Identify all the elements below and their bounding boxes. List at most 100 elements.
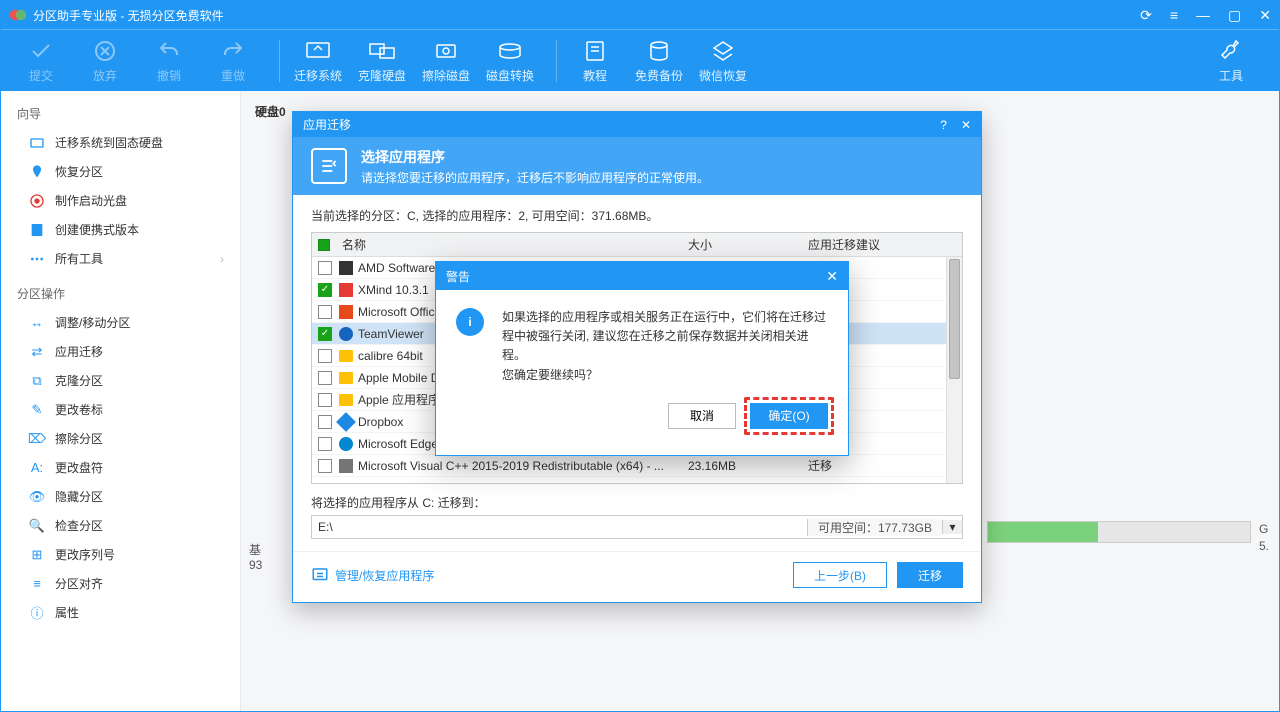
dialog-close-icon[interactable]: ✕	[961, 118, 971, 132]
sidebar-wizard-item[interactable]: 制作启动光盘	[1, 186, 240, 215]
sidebar-wizard-item[interactable]: 创建便携式版本	[1, 215, 240, 244]
sidebar-item-label: 应用迁移	[55, 343, 103, 360]
row-recom: 迁移	[808, 457, 962, 474]
sidebar-item-label: 更改卷标	[55, 401, 103, 418]
info-icon: i	[456, 308, 484, 336]
row-checkbox[interactable]	[318, 305, 332, 319]
free-backup-button[interactable]: 免费备份	[631, 37, 687, 84]
row-checkbox[interactable]	[318, 261, 332, 275]
migrate-sys-button[interactable]: 迁移系统	[290, 37, 346, 84]
refresh-icon[interactable]: ⟳	[1140, 7, 1152, 24]
tutorial-button[interactable]: 教程	[567, 37, 623, 84]
wipe-disk-button[interactable]: 擦除磁盘	[418, 37, 474, 84]
row-checkbox[interactable]	[318, 459, 332, 473]
row-checkbox[interactable]: ✓	[318, 283, 332, 297]
row-checkbox[interactable]	[318, 415, 332, 429]
sidebar-item-label: 克隆分区	[55, 372, 103, 389]
row-checkbox[interactable]	[318, 393, 332, 407]
table-scrollbar[interactable]	[946, 257, 962, 483]
sidebar-item-label: 更改序列号	[55, 546, 115, 563]
sidebar-ops-item[interactable]: 🔍 检查分区	[1, 511, 240, 540]
sidebar-wizard-item[interactable]: 迁移系统到固态硬盘	[1, 128, 240, 157]
minimize-icon[interactable]: —	[1196, 7, 1210, 23]
redo-button[interactable]: 重做	[205, 37, 261, 84]
col-recom[interactable]: 应用迁移建议	[802, 236, 962, 253]
sidebar-ops-item[interactable]: 👁隐藏分区	[1, 482, 240, 511]
wechat-recover-button[interactable]: 微信恢复	[695, 37, 751, 84]
sidebar-item-label: 制作启动光盘	[55, 192, 127, 209]
row-checkbox[interactable]: ✓	[318, 327, 332, 341]
dialog-banner: 选择应用程序 请选择您要迁移的应用程序，迁移后不影响应用程序的正常使用。	[293, 137, 981, 195]
app-icon	[338, 436, 354, 452]
sidebar-item-icon: ⊞	[29, 547, 45, 563]
dest-label: 将选择的应用程序从 C: 迁移到：	[311, 494, 963, 511]
sidebar-item-label: 调整/移动分区	[55, 314, 130, 331]
dest-free: 可用空间：177.73GB	[807, 519, 942, 536]
row-checkbox[interactable]	[318, 349, 332, 363]
migrate-icon	[311, 148, 347, 184]
sidebar-ops-item[interactable]: ⌦擦除分区	[1, 424, 240, 453]
table-row[interactable]: Microsoft Visual C++ 2015-2019 Redistrib…	[312, 455, 962, 477]
maximize-icon[interactable]: ▢	[1228, 7, 1241, 24]
discard-button[interactable]: 放弃	[77, 37, 133, 84]
sidebar-ops-item[interactable]: A:更改盘符	[1, 453, 240, 482]
titlebar: 分区助手专业版 - 无损分区免费软件 ⟳ ≡ — ▢ ✕	[1, 1, 1279, 29]
submit-button[interactable]: 提交	[13, 37, 69, 84]
sidebar-ops-item[interactable]: ≡分区对齐	[1, 569, 240, 598]
sidebar-ops-item[interactable]: ✎ 更改卷标	[1, 395, 240, 424]
sidebar: 向导 迁移系统到固态硬盘恢复分区制作启动光盘创建便携式版本所有工具› 分区操作 …	[1, 91, 241, 711]
sidebar-wizard-header: 向导	[1, 99, 240, 128]
ok-button[interactable]: 确定(O)	[750, 403, 828, 429]
sidebar-ops-item[interactable]: ⊞ 更改序列号	[1, 540, 240, 569]
partition-info-right: G5.	[1259, 521, 1269, 555]
disk-convert-button[interactable]: 磁盘转换	[482, 37, 538, 84]
sidebar-ops-item[interactable]: ⇄应用迁移	[1, 337, 240, 366]
cancel-button[interactable]: 取消	[668, 403, 736, 429]
sidebar-item-icon	[29, 164, 45, 180]
sidebar-item-icon	[29, 251, 45, 267]
dialog-banner-title: 选择应用程序	[361, 147, 709, 167]
sidebar-item-label: 迁移系统到固态硬盘	[55, 134, 163, 151]
sidebar-ops-item[interactable]: ↔ 调整/移动分区	[1, 308, 240, 337]
sidebar-item-icon	[29, 222, 45, 238]
app-title: 分区助手专业版 - 无损分区免费软件	[33, 7, 224, 24]
migrate-button[interactable]: 迁移	[897, 562, 963, 588]
prev-button[interactable]: 上一步(B)	[793, 562, 887, 588]
partition-bar-bg	[987, 521, 1251, 543]
sidebar-item-label: 检查分区	[55, 517, 103, 534]
sidebar-item-label: 更改盘符	[55, 459, 103, 476]
sidebar-wizard-item[interactable]: 所有工具›	[1, 244, 240, 273]
dialog-help-icon[interactable]: ?	[940, 118, 947, 132]
close-icon[interactable]: ✕	[1259, 7, 1271, 24]
sidebar-item-icon: ✎	[29, 402, 45, 418]
col-check-all[interactable]	[312, 239, 336, 251]
partition-info-left: 基93	[249, 541, 262, 572]
tools-button[interactable]: 工具	[1203, 37, 1259, 84]
sidebar-wizard-item[interactable]: 恢复分区	[1, 157, 240, 186]
col-size[interactable]: 大小	[682, 236, 802, 253]
dialog-banner-subtitle: 请选择您要迁移的应用程序，迁移后不影响应用程序的正常使用。	[361, 169, 709, 186]
sidebar-item-label: 恢复分区	[55, 163, 103, 180]
warning-close-icon[interactable]: ✕	[826, 268, 838, 285]
app-icon	[338, 370, 354, 386]
row-checkbox[interactable]	[318, 437, 332, 451]
chevron-right-icon: ›	[220, 252, 224, 266]
chevron-down-icon[interactable]: ▾	[942, 520, 962, 534]
dest-select[interactable]: E:\ 可用空间：177.73GB ▾	[311, 515, 963, 539]
sidebar-ops-item[interactable]: ⧉克隆分区	[1, 366, 240, 395]
clone-disk-button[interactable]: 克隆硬盘	[354, 37, 410, 84]
sidebar-item-icon: ⌦	[29, 431, 45, 447]
sidebar-item-icon: ↔	[29, 315, 45, 331]
sidebar-item-label: 隐藏分区	[55, 488, 103, 505]
manage-link[interactable]: 管理/恢复应用程序	[311, 566, 434, 584]
warning-titlebar: 警告 ✕	[436, 262, 848, 290]
sidebar-item-icon: 🔍	[29, 518, 45, 534]
sidebar-item-icon: ≡	[29, 576, 45, 592]
undo-button[interactable]: 撤销	[141, 37, 197, 84]
menu-icon[interactable]: ≡	[1170, 7, 1178, 23]
col-name[interactable]: 名称	[336, 236, 682, 253]
row-checkbox[interactable]	[318, 371, 332, 385]
app-logo-icon	[9, 6, 27, 24]
sidebar-item-icon: ⓘ	[29, 605, 45, 621]
sidebar-ops-item[interactable]: ⓘ属性	[1, 598, 240, 627]
